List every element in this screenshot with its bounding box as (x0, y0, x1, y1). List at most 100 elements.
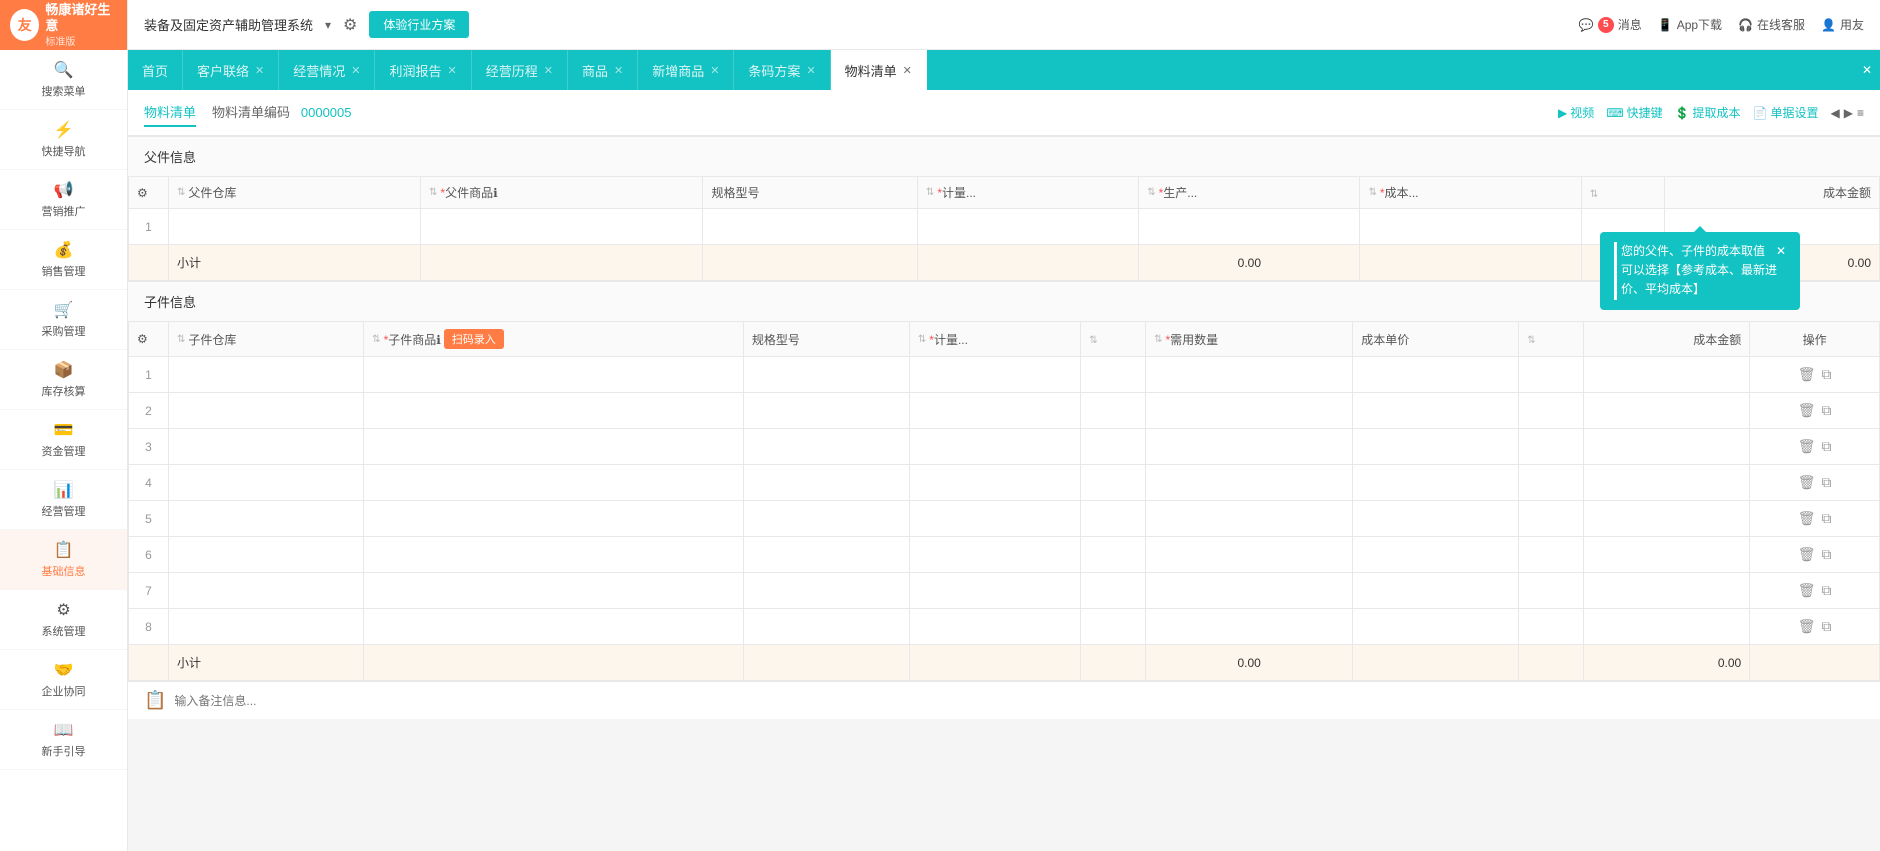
sidebar-item-经营管理[interactable]: 📊经营管理 (0, 470, 127, 530)
child-unit-3[interactable] (909, 429, 1080, 465)
parent-warehouse-1[interactable] (169, 209, 421, 245)
child-warehouse-7[interactable] (169, 573, 364, 609)
copy-icon-5[interactable]: ⧉ (1822, 510, 1832, 527)
th-child-gear[interactable]: ⚙ (129, 322, 169, 357)
scan-btn[interactable]: 扫码录入 (444, 329, 504, 349)
child-product-1[interactable] (364, 357, 744, 393)
tab-material-list[interactable]: 物料清单 (144, 98, 196, 127)
child-qty-4[interactable] (1146, 465, 1353, 501)
user-avatar[interactable]: 👤 用友 (1821, 16, 1864, 33)
child-unitcost-5[interactable] (1353, 501, 1519, 537)
copy-icon-8[interactable]: ⧉ (1822, 618, 1832, 635)
child-unitcost-3[interactable] (1353, 429, 1519, 465)
child-unitcost-6[interactable] (1353, 537, 1519, 573)
copy-icon-4[interactable]: ⧉ (1822, 474, 1832, 491)
copy-icon-3[interactable]: ⧉ (1822, 438, 1832, 455)
delete-icon-7[interactable]: 🗑 (1798, 582, 1816, 599)
child-warehouse-5[interactable] (169, 501, 364, 537)
child-unit-4[interactable] (909, 465, 1080, 501)
parent-unit-1[interactable] (917, 209, 1138, 245)
nav-tab-新增商品[interactable]: 新增商品✕ (638, 50, 734, 90)
child-warehouse-3[interactable] (169, 429, 364, 465)
child-qty-5[interactable] (1146, 501, 1353, 537)
copy-icon-1[interactable]: ⧉ (1822, 366, 1832, 383)
sidebar-item-系统管理[interactable]: ⚙系统管理 (0, 590, 127, 650)
child-product-7[interactable] (364, 573, 744, 609)
nav-next[interactable]: ▶ (1844, 106, 1853, 120)
child-warehouse-6[interactable] (169, 537, 364, 573)
delete-icon-4[interactable]: 🗑 (1798, 474, 1816, 491)
child-spec-5[interactable] (743, 501, 909, 537)
sidebar-item-库存核算[interactable]: 📦库存核算 (0, 350, 127, 410)
child-unitcost-8[interactable] (1353, 609, 1519, 645)
sidebar-item-营销推广[interactable]: 📢营销推广 (0, 170, 127, 230)
delete-icon-8[interactable]: 🗑 (1798, 618, 1816, 635)
sidebar-item-快捷导航[interactable]: ⚡快捷导航 (0, 110, 127, 170)
nav-tab-客户联络[interactable]: 客户联络✕ (183, 50, 279, 90)
th-parent-gear[interactable]: ⚙ (129, 177, 169, 209)
nav-tab-经营情况[interactable]: 经营情况✕ (279, 50, 375, 90)
nav-prev[interactable]: ◀ (1831, 106, 1840, 120)
child-warehouse-8[interactable] (169, 609, 364, 645)
copy-icon-2[interactable]: ⧉ (1822, 402, 1832, 419)
nav-menu[interactable]: ≡ (1857, 106, 1864, 120)
child-unit-7[interactable] (909, 573, 1080, 609)
child-spec-2[interactable] (743, 393, 909, 429)
app-download-btn[interactable]: 📱 App下载 (1658, 16, 1722, 33)
action-view[interactable]: ▶ 视频 (1558, 104, 1594, 121)
child-qty-1[interactable] (1146, 357, 1353, 393)
remark-input[interactable] (174, 694, 1864, 708)
parent-production-1[interactable] (1139, 209, 1360, 245)
delete-icon-1[interactable]: 🗑 (1798, 366, 1816, 383)
child-spec-7[interactable] (743, 573, 909, 609)
child-unit-8[interactable] (909, 609, 1080, 645)
sidebar-item-新手引导[interactable]: 📖新手引导 (0, 710, 127, 770)
nav-tab-条码方案[interactable]: 条码方案✕ (734, 50, 830, 90)
child-qty-8[interactable] (1146, 609, 1353, 645)
child-unit-2[interactable] (909, 393, 1080, 429)
delete-icon-3[interactable]: 🗑 (1798, 438, 1816, 455)
delete-icon-6[interactable]: 🗑 (1798, 546, 1816, 563)
delete-icon-5[interactable]: 🗑 (1798, 510, 1816, 527)
child-unit-6[interactable] (909, 537, 1080, 573)
nav-tab-经营历程[interactable]: 经营历程✕ (472, 50, 568, 90)
child-product-8[interactable] (364, 609, 744, 645)
message-btn[interactable]: 💬 5 消息 (1579, 16, 1642, 33)
nav-tab-商品[interactable]: 商品✕ (568, 50, 638, 90)
sidebar-item-企业协同[interactable]: 🤝企业协同 (0, 650, 127, 710)
parent-spec-1[interactable] (703, 209, 917, 245)
child-product-4[interactable] (364, 465, 744, 501)
tooltip-close-btn[interactable]: ✕ (1776, 242, 1786, 261)
sidebar-item-采购管理[interactable]: 🛒采购管理 (0, 290, 127, 350)
settings-icon[interactable]: ⚙ (343, 15, 357, 35)
action-settings[interactable]: 📄 单据设置 (1753, 104, 1819, 121)
nav-tab-首页[interactable]: 首页 (128, 50, 183, 90)
sidebar-item-搜索菜单[interactable]: 🔍搜索菜单 (0, 50, 127, 110)
child-spec-4[interactable] (743, 465, 909, 501)
child-unitcost-4[interactable] (1353, 465, 1519, 501)
delete-icon-2[interactable]: 🗑 (1798, 402, 1816, 419)
child-qty-6[interactable] (1146, 537, 1353, 573)
child-product-3[interactable] (364, 429, 744, 465)
sidebar-item-销售管理[interactable]: 💰销售管理 (0, 230, 127, 290)
child-warehouse-2[interactable] (169, 393, 364, 429)
child-product-2[interactable] (364, 393, 744, 429)
child-unitcost-7[interactable] (1353, 573, 1519, 609)
child-warehouse-1[interactable] (169, 357, 364, 393)
child-unit-1[interactable] (909, 357, 1080, 393)
parent-cost-1[interactable] (1360, 209, 1581, 245)
child-qty-3[interactable] (1146, 429, 1353, 465)
child-spec-3[interactable] (743, 429, 909, 465)
child-product-6[interactable] (364, 537, 744, 573)
action-cost[interactable]: 💲 提取成本 (1675, 104, 1741, 121)
trial-btn[interactable]: 体验行业方案 (369, 11, 469, 38)
child-qty-2[interactable] (1146, 393, 1353, 429)
child-spec-1[interactable] (743, 357, 909, 393)
child-qty-7[interactable] (1146, 573, 1353, 609)
child-warehouse-4[interactable] (169, 465, 364, 501)
child-unitcost-1[interactable] (1353, 357, 1519, 393)
child-unit-5[interactable] (909, 501, 1080, 537)
sidebar-item-基础信息[interactable]: 📋基础信息 (0, 530, 127, 590)
copy-icon-6[interactable]: ⧉ (1822, 546, 1832, 563)
sidebar-item-资金管理[interactable]: 💳资金管理 (0, 410, 127, 470)
